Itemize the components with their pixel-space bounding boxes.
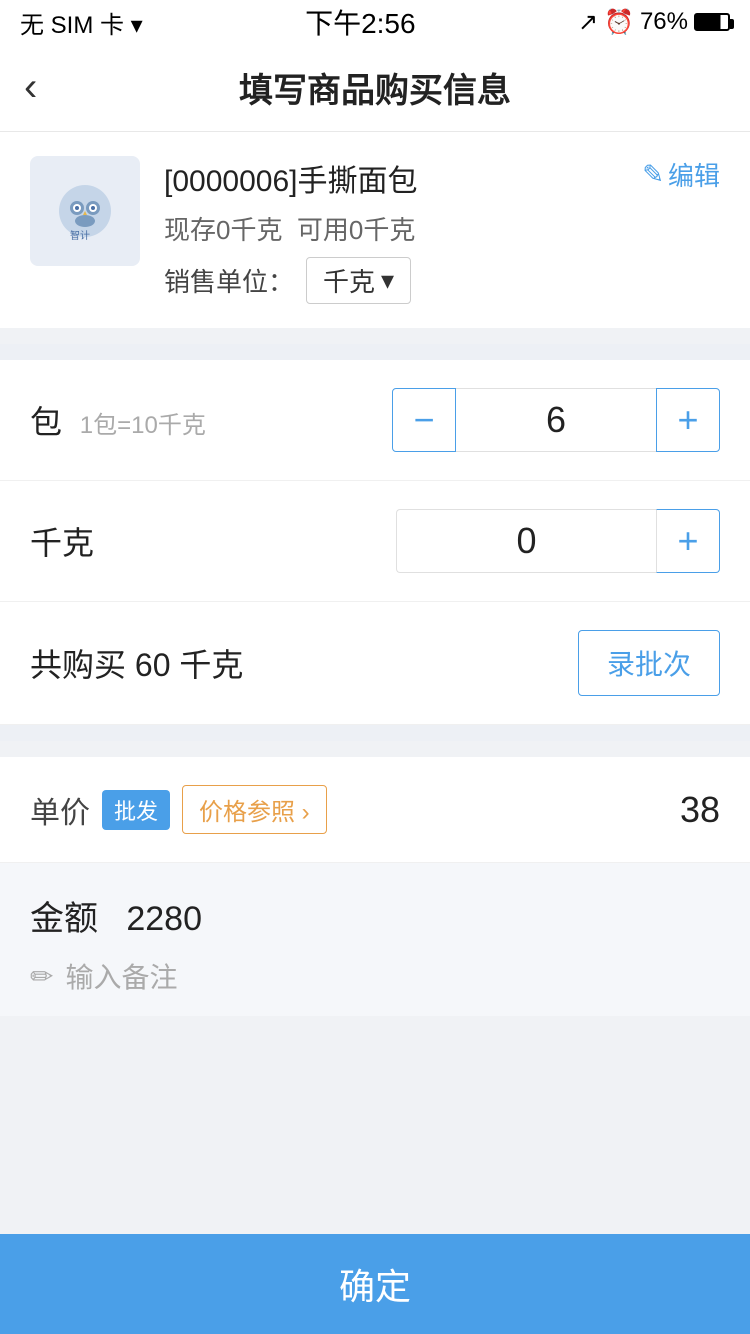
package-label: 包 [30,404,62,440]
svg-text:智计: 智计 [70,229,90,241]
product-stock: 现存0千克 可用0千克 [164,210,720,247]
amount-label: 金额 [30,900,98,938]
status-right: ↗ ⏰ 76% [578,8,730,37]
unit-value: 千克 [323,262,375,299]
price-label-area: 单价 批发 价格参照 › [30,785,327,834]
price-label: 单价 [30,788,90,832]
amount-section: 金额 2280 ✏ 输入备注 [0,863,750,1016]
unit-label: 销售单位： [164,262,294,299]
price-row: 单价 批发 价格参照 › 38 [0,757,750,863]
package-plus-button[interactable]: + [656,388,720,452]
battery-label: 76% [640,8,688,36]
price-tag: 批发 [102,790,170,830]
product-card: 智计 [0000006]手撕面包 ✎ 编辑 现存0千克 可用0千克 销售单位： … [0,132,750,328]
chevron-down-icon: ▾ [381,265,394,296]
product-thumbnail: 智计 [30,156,140,266]
note-placeholder: 输入备注 [65,956,177,996]
package-input-row: 包 1包=10千克 − + [0,360,750,481]
note-icon: ✏ [30,960,53,993]
price-ref-label: 价格参照 › [199,792,310,827]
note-row[interactable]: ✏ 输入备注 [30,956,720,996]
kg-label-area: 千克 [30,518,94,564]
price-ref-button[interactable]: 价格参照 › [182,785,327,834]
status-time: 下午2:56 [305,2,416,42]
total-row: 共购买 60 千克 录批次 [0,602,750,725]
price-value: 38 [680,789,720,831]
signal-label: 无 SIM 卡 ▾ [20,5,143,40]
package-qty-control: − + [392,388,720,452]
batch-button[interactable]: 录批次 [578,630,720,696]
edit-icon: ✎ [642,159,664,190]
package-qty-input[interactable] [456,388,656,452]
back-icon: ‹ [24,65,37,109]
kg-qty-control: + [396,509,720,573]
edit-label: 编辑 [668,156,720,193]
kg-input-row: 千克 + [0,481,750,602]
confirm-button[interactable]: 确定 [0,1234,750,1334]
location-icon: ↗ [578,8,598,37]
product-unit-row: 销售单位： 千克 ▾ [164,257,720,304]
section-divider-2 [0,725,750,741]
unit-select[interactable]: 千克 ▾ [306,257,411,304]
amount-row: 金额 2280 [30,891,720,940]
section-divider-1 [0,344,750,360]
package-hint: 1包=10千克 [80,412,206,439]
product-name-row: [0000006]手撕面包 ✎ 编辑 [164,156,720,200]
edit-button[interactable]: ✎ 编辑 [642,156,720,193]
status-bar: 无 SIM 卡 ▾ 下午2:56 ↗ ⏰ 76% [0,0,750,44]
status-left: 无 SIM 卡 ▾ [20,5,143,40]
alarm-icon: ⏰ [604,8,634,37]
back-button[interactable]: ‹ [24,65,37,110]
package-minus-button[interactable]: − [392,388,456,452]
kg-label: 千克 [30,525,94,561]
page-title: 填写商品购买信息 [239,63,511,112]
total-text: 共购买 60 千克 [30,640,243,686]
amount-value: 2280 [126,900,202,938]
price-section: 单价 批发 价格参照 › 38 金额 2280 ✏ 输入备注 [0,757,750,1016]
product-info: [0000006]手撕面包 ✎ 编辑 现存0千克 可用0千克 销售单位： 千克 … [164,156,720,304]
package-label-area: 包 1包=10千克 [30,397,206,443]
kg-qty-input[interactable] [396,509,656,573]
battery-icon [694,13,730,31]
kg-plus-button[interactable]: + [656,509,720,573]
product-name: [0000006]手撕面包 [164,156,417,200]
nav-bar: ‹ 填写商品购买信息 [0,44,750,132]
